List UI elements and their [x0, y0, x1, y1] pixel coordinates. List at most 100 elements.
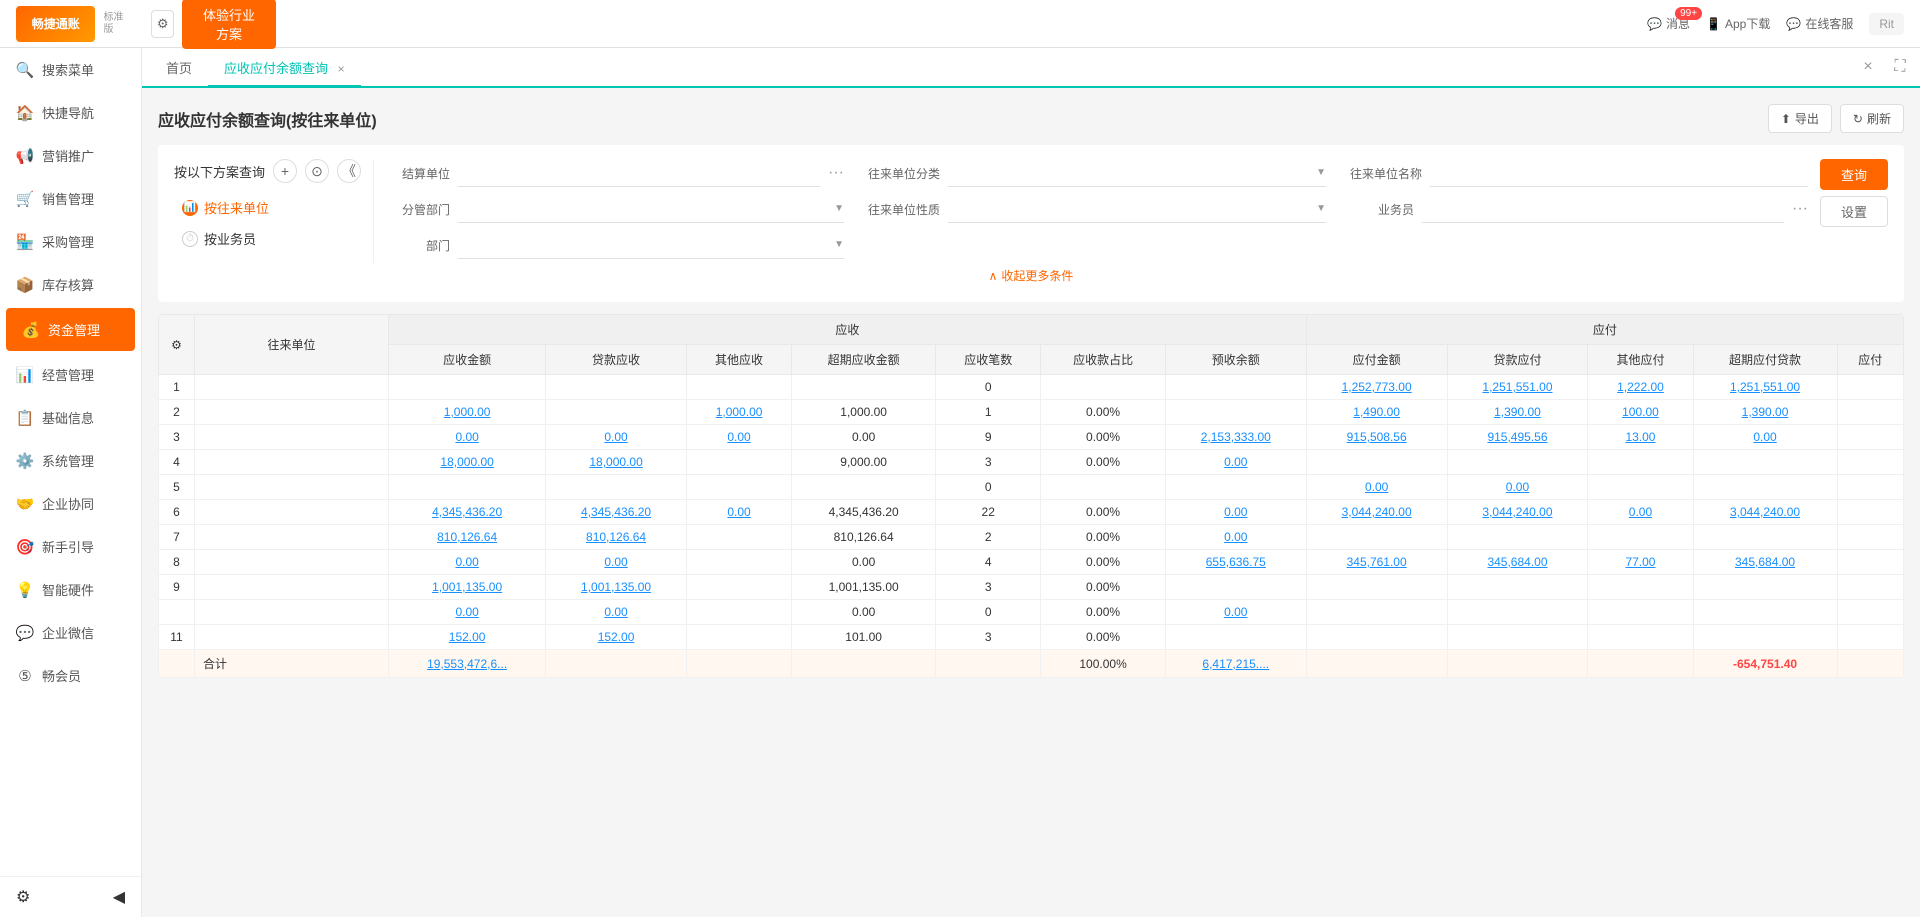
th-loan-payable: 贷款应付 — [1447, 345, 1588, 375]
window-close-btn[interactable]: × — [1856, 55, 1880, 79]
app-logo: 畅捷通账 — [16, 6, 95, 42]
sidebar-item-sales[interactable]: 🛒 销售管理 — [0, 177, 141, 220]
th-loan-receivable: 贷款应收 — [546, 345, 687, 375]
scheme-settings-btn[interactable]: ⊙ — [305, 159, 329, 183]
page-title: 应收应付余额查询(按往来单位) — [158, 107, 377, 131]
sidebar-footer: ⚙ ◀ — [0, 876, 141, 917]
settings-btn[interactable]: 设置 — [1820, 196, 1888, 227]
capital-icon: 💰 — [22, 321, 40, 339]
sidebar-item-basic[interactable]: 📋 基础信息 — [0, 396, 141, 439]
filter-partner-nature: 往来单位性质 ▼ — [868, 195, 1326, 223]
scheme-item-salesperson[interactable]: ⏱ 按业务员 — [174, 224, 361, 253]
tab-current[interactable]: 应收应付余额查询 × — [208, 50, 361, 87]
th-settings[interactable]: ⚙ — [159, 315, 195, 375]
partner-name-label: 往来单位名称 — [1350, 165, 1422, 182]
partner-nature-label: 往来单位性质 — [868, 201, 940, 218]
sidebar-item-wechat[interactable]: 💬 企业微信 — [0, 611, 141, 654]
scheme-collapse-btn[interactable]: 《 — [337, 159, 361, 183]
dept-dropdown-icon[interactable]: ▼ — [834, 203, 844, 214]
footer-receivable-total[interactable]: 19,553,472,6... — [389, 650, 546, 678]
partner-nature-dropdown-icon[interactable]: ▼ — [1316, 203, 1326, 214]
settlement-dots[interactable]: ··· — [828, 164, 844, 182]
data-table-wrap: ⚙ 往来单位 应收 应付 应收金额 贷款应收 其他应收 超期应收金额 应收笔数 … — [158, 314, 1904, 678]
tab-bar-right: × ⛶ — [1856, 55, 1912, 79]
hardware-icon: 💡 — [16, 581, 34, 599]
dept-input[interactable] — [458, 195, 834, 223]
settlement-input[interactable] — [458, 159, 820, 187]
partner-cat-label: 往来单位分类 — [868, 165, 940, 182]
page-content: 应收应付余额查询(按往来单位) ⬆ 导出 ↻ 刷新 按以下方案查询 — [142, 88, 1920, 917]
th-receivable-group: 应收 — [389, 315, 1307, 345]
sidebar-collapse-btn[interactable]: ◀ — [113, 887, 125, 907]
sidebar-label-quick: 快捷导航 — [42, 103, 94, 122]
dept2-dropdown-icon[interactable]: ▼ — [834, 239, 844, 250]
title-actions: ⬆ 导出 ↻ 刷新 — [1768, 104, 1904, 133]
message-btn[interactable]: 💬 消息 99+ — [1647, 15, 1690, 32]
logo-text: 畅捷通账 — [32, 15, 80, 32]
sidebar-item-hardware[interactable]: 💡 智能硬件 — [0, 568, 141, 611]
sidebar-item-capital[interactable]: 💰 资金管理 — [6, 308, 135, 351]
tab-close-btn[interactable]: × — [338, 62, 345, 76]
table-footer-row: 合计 19,553,472,6... 100.00% 6,417,215....… — [159, 650, 1904, 678]
add-scheme-btn[interactable]: + — [273, 159, 297, 183]
table-row: 30.000.000.000.0090.00%2,153,333.00915,5… — [159, 425, 1904, 450]
scheme-active-dot: 📊 — [182, 200, 198, 216]
partner-cat-select[interactable]: ▼ — [948, 159, 1326, 187]
basic-icon: 📋 — [16, 409, 34, 427]
partner-name-input[interactable] — [1430, 159, 1808, 187]
collapse-bar[interactable]: ∧ 收起更多条件 — [174, 263, 1888, 288]
scheme-item-partner[interactable]: 📊 按往来单位 — [174, 193, 361, 222]
dept2-input[interactable] — [458, 231, 834, 259]
tab-home[interactable]: 首页 — [150, 50, 208, 87]
sidebar-label-operations: 经营管理 — [42, 365, 94, 384]
edition-label: 标准版 — [103, 12, 127, 36]
dept-label: 分管部门 — [386, 201, 450, 218]
th-other-receivable: 其他应收 — [686, 345, 791, 375]
page-title-bar: 应收应付余额查询(按往来单位) ⬆ 导出 ↻ 刷新 — [158, 104, 1904, 133]
data-table: ⚙ 往来单位 应收 应付 应收金额 贷款应收 其他应收 超期应收金额 应收笔数 … — [158, 314, 1904, 678]
wechat-icon: 💬 — [16, 624, 34, 642]
sidebar-item-vip[interactable]: ⑤ 畅会员 — [0, 654, 141, 697]
partner-cat-input[interactable] — [948, 159, 1316, 187]
app-download-btn[interactable]: 📱 App下载 — [1706, 15, 1770, 32]
settings-icon[interactable]: ⚙ — [151, 10, 174, 38]
trial-button[interactable]: 体验行业方案 — [182, 0, 276, 49]
window-expand-btn[interactable]: ⛶ — [1888, 55, 1912, 79]
sidebar-item-system[interactable]: ⚙️ 系统管理 — [0, 439, 141, 482]
partner-nature-input[interactable] — [948, 195, 1316, 223]
sidebar-item-guide[interactable]: 🎯 新手引导 — [0, 525, 141, 568]
partner-nature-select[interactable]: ▼ — [948, 195, 1326, 223]
table-row: 500.000.00 — [159, 475, 1904, 500]
filter-dept2: 部门 ▼ — [386, 231, 844, 259]
export-btn[interactable]: ⬆ 导出 — [1768, 104, 1832, 133]
sidebar-item-operations[interactable]: 📊 经营管理 — [0, 353, 141, 396]
sidebar-item-search[interactable]: 🔍 搜索菜单 — [0, 48, 141, 91]
online-service-btn[interactable]: 💬 在线客服 — [1786, 15, 1853, 32]
user-name-badge[interactable]: Rit — [1869, 13, 1904, 35]
th-other-payable: 其他应付 — [1588, 345, 1693, 375]
sidebar-settings-btn[interactable]: ⚙ — [16, 887, 30, 907]
query-btn[interactable]: 查询 — [1820, 159, 1888, 190]
filter-fields: 结算单位 ··· 往来单位分类 ▼ 往来单位名称 — [386, 159, 1808, 263]
sidebar-label-search: 搜索菜单 — [42, 60, 94, 79]
footer-advance[interactable]: 6,417,215.... — [1165, 650, 1306, 678]
refresh-btn[interactable]: ↻ 刷新 — [1840, 104, 1904, 133]
system-icon: ⚙️ — [16, 452, 34, 470]
dept2-select[interactable]: ▼ — [458, 231, 844, 259]
scheme-list: 📊 按往来单位 ⏱ 按业务员 — [174, 193, 361, 253]
salesperson-input[interactable] — [1422, 195, 1784, 223]
filter-partner-cat: 往来单位分类 ▼ — [868, 159, 1326, 187]
partner-cat-dropdown-icon[interactable]: ▼ — [1316, 167, 1326, 178]
dept-select[interactable]: ▼ — [458, 195, 844, 223]
salesperson-dots[interactable]: ··· — [1792, 200, 1808, 218]
collapse-icon: ∧ — [989, 269, 998, 283]
sales-icon: 🛒 — [16, 190, 34, 208]
sidebar-item-quick[interactable]: 🏠 快捷导航 — [0, 91, 141, 134]
sidebar-item-marketing[interactable]: 📢 营销推广 — [0, 134, 141, 177]
sidebar-item-inventory[interactable]: 📦 库存核算 — [0, 263, 141, 306]
filter-row-3: 部门 ▼ — [386, 231, 1808, 259]
dept2-label: 部门 — [386, 237, 450, 254]
sidebar-item-coop[interactable]: 🤝 企业协同 — [0, 482, 141, 525]
th-overdue-receivable: 超期应收金额 — [792, 345, 936, 375]
sidebar-item-purchase[interactable]: 🏪 采购管理 — [0, 220, 141, 263]
